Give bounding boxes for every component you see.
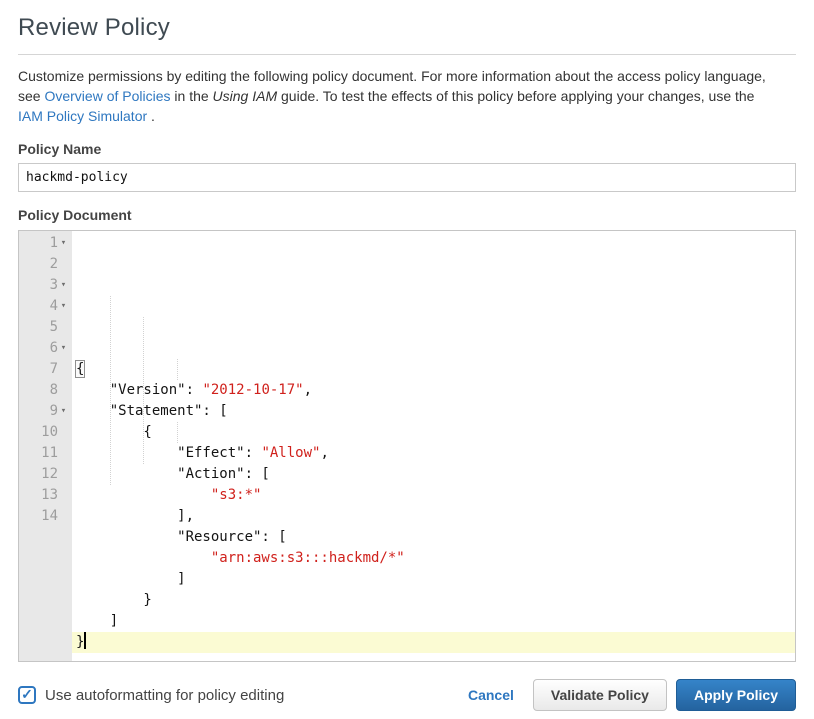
autoformat-label: Use autoformatting for policy editing (45, 687, 284, 704)
fold-arrow-icon[interactable]: ▾ (58, 338, 69, 359)
line-number: 7 (50, 359, 58, 380)
gutter-row: 5 (19, 317, 72, 338)
code-line[interactable]: "s3:*" (72, 485, 795, 506)
autoformat-option: ✓ Use autoformatting for policy editing (18, 686, 284, 704)
line-number: 5 (50, 317, 58, 338)
gutter-row: 2 (19, 254, 72, 275)
code-line[interactable]: { (72, 359, 795, 380)
json-code: "Action": [ (76, 466, 270, 482)
gutter-row: 4▾ (19, 296, 72, 317)
policy-document-editor[interactable]: 1▾23▾4▾56▾789▾1011121314 { "Version": "2… (18, 230, 796, 662)
fold-arrow-icon[interactable]: ▾ (58, 233, 69, 254)
json-code: "Effect": (76, 445, 261, 461)
apply-policy-button[interactable]: Apply Policy (676, 679, 796, 711)
code-line[interactable]: } (72, 590, 795, 611)
line-number: 11 (41, 443, 58, 464)
json-string-value: "arn:aws:s3:::hackmd/*" (211, 550, 405, 566)
gutter-row: 6▾ (19, 338, 72, 359)
code-line[interactable]: "Version": "2012-10-17", (72, 380, 795, 401)
autoformat-checkbox[interactable]: ✓ (18, 686, 36, 704)
footer-bar: ✓ Use autoformatting for policy editing … (18, 679, 796, 711)
action-buttons: Cancel Validate Policy Apply Policy (468, 679, 796, 711)
cancel-link[interactable]: Cancel (468, 687, 514, 703)
json-code: { (75, 360, 85, 378)
gutter-row: 7 (19, 359, 72, 380)
code-line[interactable]: ] (72, 611, 795, 632)
json-string-value: "2012-10-17" (202, 382, 303, 398)
intro-text: . (147, 108, 155, 124)
code-line[interactable]: ] (72, 569, 795, 590)
page-header: Review Policy (18, 14, 796, 55)
json-code: } (76, 634, 84, 650)
gutter-row: 14 (19, 506, 72, 527)
gutter-row: 9▾ (19, 401, 72, 422)
fold-arrow-icon[interactable]: ▾ (58, 401, 69, 422)
code-line[interactable]: } (72, 632, 795, 653)
code-area[interactable]: { "Version": "2012-10-17", "Statement": … (72, 231, 795, 661)
gutter-row: 1▾ (19, 233, 72, 254)
gutter-row: 12 (19, 464, 72, 485)
json-code: ] (76, 571, 186, 587)
code-line[interactable]: ], (72, 506, 795, 527)
json-code: ], (76, 508, 194, 524)
json-code: "Resource": [ (76, 529, 287, 545)
line-number: 14 (41, 506, 58, 527)
gutter-row: 10 (19, 422, 72, 443)
json-code: ] (76, 613, 118, 629)
json-code: , (304, 382, 312, 398)
fold-arrow-icon[interactable]: ▾ (58, 275, 69, 296)
line-number: 2 (50, 254, 58, 275)
line-number: 10 (41, 422, 58, 443)
text-cursor (84, 632, 86, 649)
intro-text: in the (171, 88, 213, 104)
editor-gutter: 1▾23▾4▾56▾789▾1011121314 (19, 231, 72, 661)
line-number: 4 (50, 296, 58, 317)
json-code: { (76, 424, 152, 440)
page-title: Review Policy (18, 14, 796, 42)
policy-document-label: Policy Document (18, 207, 796, 223)
review-policy-page: Review Policy Customize permissions by e… (0, 0, 814, 711)
line-number: 8 (50, 380, 58, 401)
gutter-row: 3▾ (19, 275, 72, 296)
json-string-value: "s3:*" (211, 487, 262, 503)
code-line[interactable]: "arn:aws:s3:::hackmd/*" (72, 548, 795, 569)
code-line[interactable]: "Statement": [ (72, 401, 795, 422)
gutter-row: 8 (19, 380, 72, 401)
json-string-value: "Allow" (261, 445, 320, 461)
code-line[interactable]: "Resource": [ (72, 527, 795, 548)
intro-paragraph: Customize permissions by editing the fol… (18, 66, 778, 126)
json-code (76, 487, 211, 503)
line-number: 9 (50, 401, 58, 422)
code-line[interactable]: "Effect": "Allow", (72, 443, 795, 464)
policy-name-label: Policy Name (18, 141, 796, 157)
json-code: "Version": (76, 382, 202, 398)
doc-link[interactable]: Overview of Policies (44, 88, 170, 104)
line-number: 6 (50, 338, 58, 359)
check-icon: ✓ (21, 687, 33, 701)
code-line[interactable]: { (72, 422, 795, 443)
json-code: , (320, 445, 328, 461)
line-number: 13 (41, 485, 58, 506)
gutter-row: 11 (19, 443, 72, 464)
fold-arrow-icon[interactable]: ▾ (58, 296, 69, 317)
json-code: "Statement": [ (76, 403, 228, 419)
guide-name: Using IAM (213, 88, 278, 104)
doc-link[interactable]: IAM Policy Simulator (18, 108, 147, 124)
json-code: } (76, 592, 152, 608)
gutter-row: 13 (19, 485, 72, 506)
code-line[interactable]: "Action": [ (72, 464, 795, 485)
intro-text: guide. To test the effects of this polic… (277, 88, 754, 104)
line-number: 3 (50, 275, 58, 296)
policy-name-input[interactable] (18, 163, 796, 192)
json-code (76, 550, 211, 566)
validate-policy-button[interactable]: Validate Policy (533, 679, 667, 711)
line-number: 12 (41, 464, 58, 485)
line-number: 1 (50, 233, 58, 254)
